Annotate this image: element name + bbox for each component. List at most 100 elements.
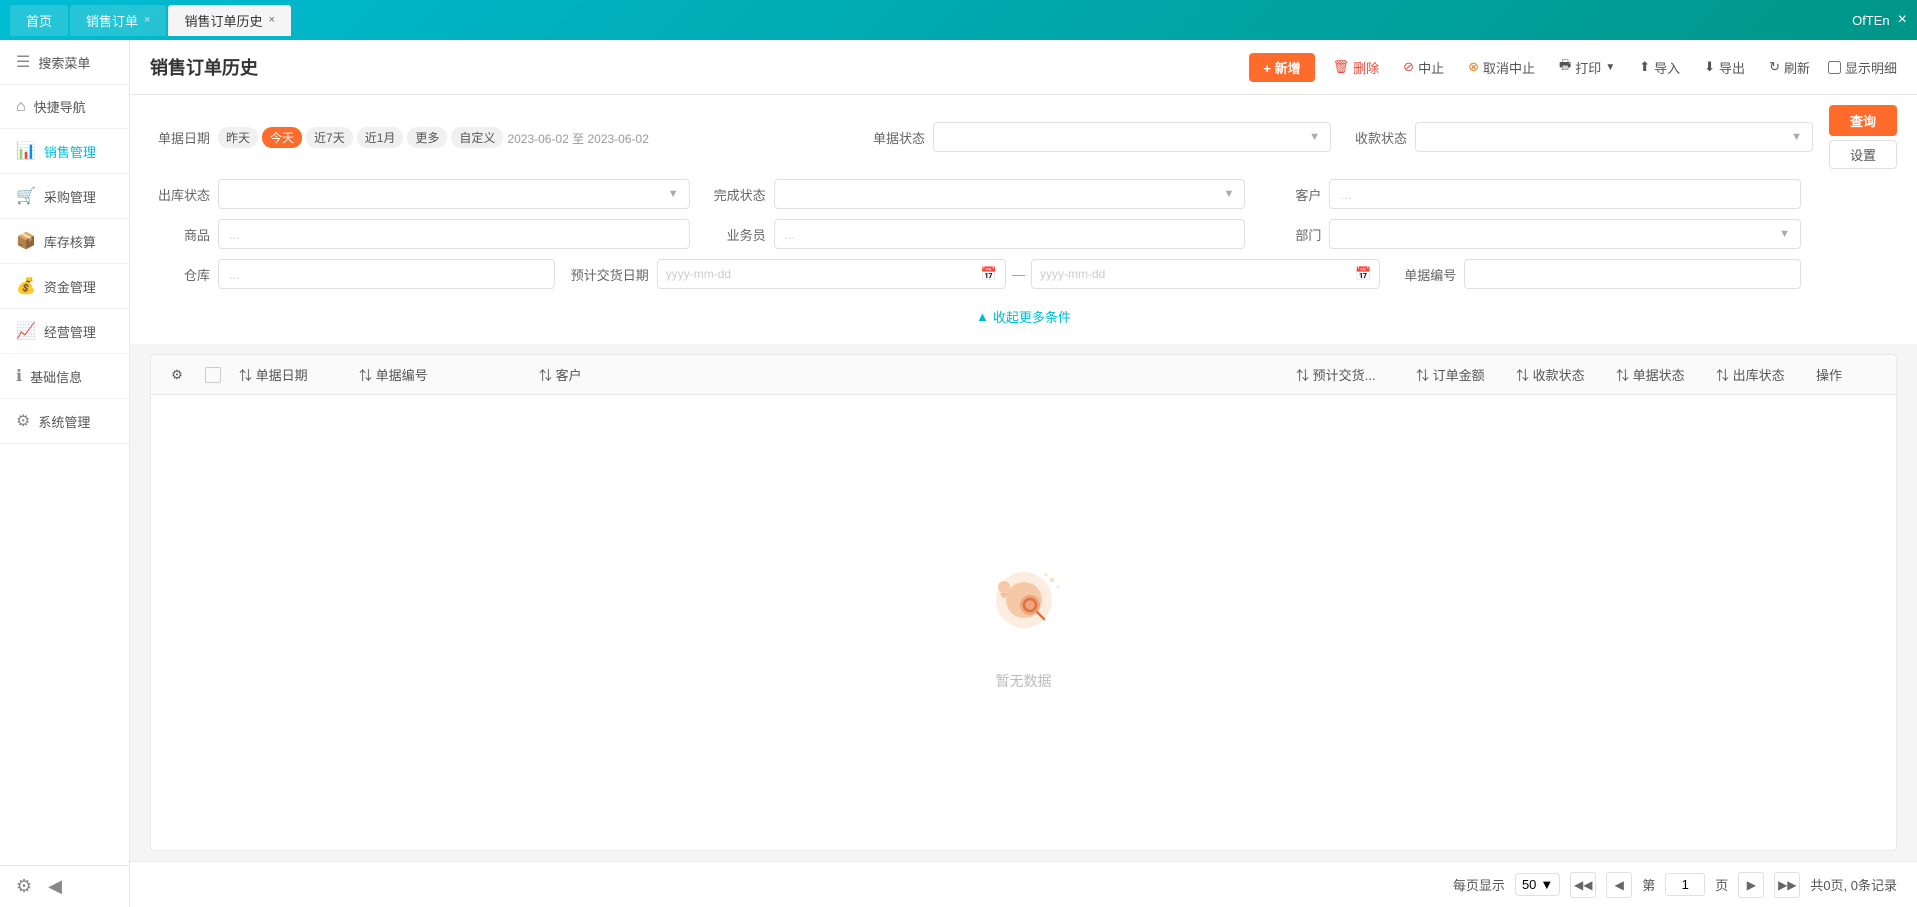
- show-detail-input[interactable]: [1828, 61, 1841, 74]
- print-label: 打印: [1575, 58, 1601, 77]
- filter-order-status: 单据状态 ▼: [865, 122, 1331, 152]
- export-label: 导出: [1719, 58, 1745, 77]
- delete-label: 删除: [1353, 58, 1379, 77]
- cal-start-icon: 📅: [981, 266, 997, 282]
- out-status-select[interactable]: ▼: [218, 179, 690, 209]
- order-status-select[interactable]: ▼: [933, 122, 1331, 152]
- import-icon: ⬆: [1639, 59, 1650, 75]
- warehouse-input[interactable]: ...: [218, 259, 555, 289]
- pagination: 每页显示 50 ▼ ◀◀ ◀ 第 页 ▶ ▶▶ 共0页, 0条记录: [130, 861, 1917, 907]
- sidebar-finance-label: 资金管理: [44, 277, 96, 296]
- inventory-icon: 📦: [16, 231, 36, 251]
- tab-sales-order-close[interactable]: ×: [144, 14, 150, 26]
- sidebar-item-basic[interactable]: ℹ 基础信息: [0, 354, 129, 399]
- sidebar-item-sales[interactable]: 📊 销售管理: [0, 129, 129, 174]
- sidebar-operation-label: 经营管理: [44, 322, 96, 341]
- home-icon: ⌂: [16, 98, 26, 116]
- date-pill-today[interactable]: 今天: [262, 127, 302, 148]
- filter-receipt-status: 收款状态 ▼: [1347, 122, 1813, 152]
- date-pill-yesterday[interactable]: 昨天: [218, 127, 258, 148]
- delete-button[interactable]: 🗑 删除: [1327, 54, 1386, 81]
- order-status-label: 单据状态: [865, 128, 925, 147]
- total-text: 共0页, 0条记录: [1810, 875, 1897, 894]
- sidebar-item-search[interactable]: ☰ 搜索菜单: [0, 40, 129, 85]
- cancel-stop-button[interactable]: ⊗ 取消中止: [1462, 54, 1541, 81]
- salesman-input[interactable]: ...: [774, 219, 1246, 249]
- th-check[interactable]: [195, 367, 231, 383]
- collapse-icon: ▲: [976, 309, 989, 324]
- th-action-label: 操作: [1816, 365, 1842, 384]
- tab-home[interactable]: 首页: [10, 5, 68, 36]
- sidebar-item-quick-nav[interactable]: ⌂ 快捷导航: [0, 85, 129, 129]
- tab-sales-order-label: 销售订单: [86, 11, 138, 30]
- complete-status-select[interactable]: ▼: [774, 179, 1246, 209]
- table-settings-icon: ⚙: [171, 367, 183, 383]
- refresh-button[interactable]: ↻ 刷新: [1763, 54, 1816, 81]
- filter-salesman: 业务员 ...: [706, 219, 1246, 249]
- main-layout: ☰ 搜索菜单 ⌂ 快捷导航 📊 销售管理 🛒 采购管理 📦 库存核算 💰 资金管…: [0, 40, 1917, 907]
- select-all-checkbox[interactable]: [205, 367, 221, 383]
- th-amount: ⇅ 订单金额: [1408, 365, 1508, 384]
- query-button[interactable]: 查询: [1829, 105, 1897, 136]
- dept-select[interactable]: ▼: [1329, 219, 1801, 249]
- per-page-arrow-icon: ▼: [1540, 877, 1553, 892]
- delivery-date-range: yyyy-mm-dd 📅 — yyyy-mm-dd 📅: [657, 259, 1380, 289]
- collapse-button[interactable]: ▲ 收起更多条件: [976, 303, 1071, 330]
- sidebar-purchase-label: 采购管理: [44, 187, 96, 206]
- collapse-sidebar-icon[interactable]: ◀: [48, 876, 62, 897]
- tab-sales-order-history-close[interactable]: ×: [268, 14, 274, 26]
- th-order-status-label: ⇅ 单据状态: [1616, 365, 1685, 384]
- th-settings[interactable]: ⚙: [159, 367, 195, 383]
- basic-icon: ℹ: [16, 366, 22, 386]
- show-detail-label: 显示明细: [1845, 58, 1897, 77]
- th-action: 操作: [1808, 365, 1888, 384]
- delivery-date-end[interactable]: yyyy-mm-dd 📅: [1031, 259, 1380, 289]
- sidebar-item-inventory[interactable]: 📦 库存核算: [0, 219, 129, 264]
- sidebar-item-operation[interactable]: 📈 经营管理: [0, 309, 129, 354]
- toolbar: + 新增 🗑 删除 ⊘ 中止 ⊗ 取消中止 🖶 打: [1249, 52, 1897, 82]
- new-button[interactable]: + 新增: [1249, 53, 1314, 82]
- tab-sales-order-history[interactable]: 销售订单历史 ×: [168, 5, 290, 36]
- stop-icon: ⊘: [1403, 59, 1414, 75]
- order-no-input[interactable]: [1464, 259, 1801, 289]
- next-page-button[interactable]: ▶: [1738, 872, 1764, 898]
- top-bar-right: OfTEn ×: [1852, 11, 1907, 29]
- print-button[interactable]: 🖶 打印 ▼: [1553, 52, 1621, 82]
- page-input[interactable]: [1665, 873, 1705, 896]
- prev-page-button[interactable]: ◀: [1606, 872, 1632, 898]
- delivery-date-start[interactable]: yyyy-mm-dd 📅: [657, 259, 1006, 289]
- show-detail-checkbox[interactable]: 显示明细: [1828, 58, 1897, 77]
- import-label: 导入: [1654, 58, 1680, 77]
- export-icon: ⬇: [1704, 59, 1715, 75]
- export-button[interactable]: ⬇ 导出: [1698, 54, 1751, 81]
- sidebar-item-system[interactable]: ⚙ 系统管理: [0, 399, 129, 444]
- settings-icon[interactable]: ⚙: [16, 876, 32, 897]
- date-pills: 昨天 今天 近7天 近1月 更多 自定义 2023-06-02 至 2023-0…: [218, 127, 649, 148]
- customer-input[interactable]: ...: [1329, 179, 1801, 209]
- date-pill-7days[interactable]: 近7天: [306, 127, 353, 148]
- date-pill-custom[interactable]: 自定义: [451, 127, 503, 148]
- purchase-icon: 🛒: [16, 186, 36, 206]
- per-page-select[interactable]: 50 ▼: [1515, 873, 1560, 896]
- first-page-button[interactable]: ◀◀: [1570, 872, 1596, 898]
- tab-sales-order[interactable]: 销售订单 ×: [70, 5, 166, 36]
- th-pay-status: ⇅ 收款状态: [1508, 365, 1608, 384]
- th-out-status-label: ⇅ 出库状态: [1716, 365, 1785, 384]
- import-button[interactable]: ⬆ 导入: [1633, 54, 1686, 81]
- date-pill-more[interactable]: 更多: [407, 127, 447, 148]
- page-header: 销售订单历史 + 新增 🗑 删除 ⊘ 中止 ⊗ 取消中止: [130, 40, 1917, 95]
- goods-input[interactable]: ...: [218, 219, 690, 249]
- sidebar-bottom: ⚙ ◀: [0, 865, 129, 907]
- stop-button[interactable]: ⊘ 中止: [1397, 54, 1450, 81]
- sidebar-item-purchase[interactable]: 🛒 采购管理: [0, 174, 129, 219]
- settings-btn[interactable]: 设置: [1829, 140, 1897, 169]
- date-pill-1month[interactable]: 近1月: [357, 127, 404, 148]
- sidebar-item-finance[interactable]: 💰 资金管理: [0, 264, 129, 309]
- top-close-icon[interactable]: ×: [1898, 11, 1907, 29]
- filter-area: 单据日期 昨天 今天 近7天 近1月 更多 自定义 2023-06-02 至 2…: [130, 95, 1917, 344]
- print-arrow-icon: ▼: [1605, 62, 1615, 73]
- refresh-label: 刷新: [1784, 58, 1810, 77]
- last-page-button[interactable]: ▶▶: [1774, 872, 1800, 898]
- tab-home-label: 首页: [26, 11, 52, 30]
- receipt-status-select[interactable]: ▼: [1415, 122, 1813, 152]
